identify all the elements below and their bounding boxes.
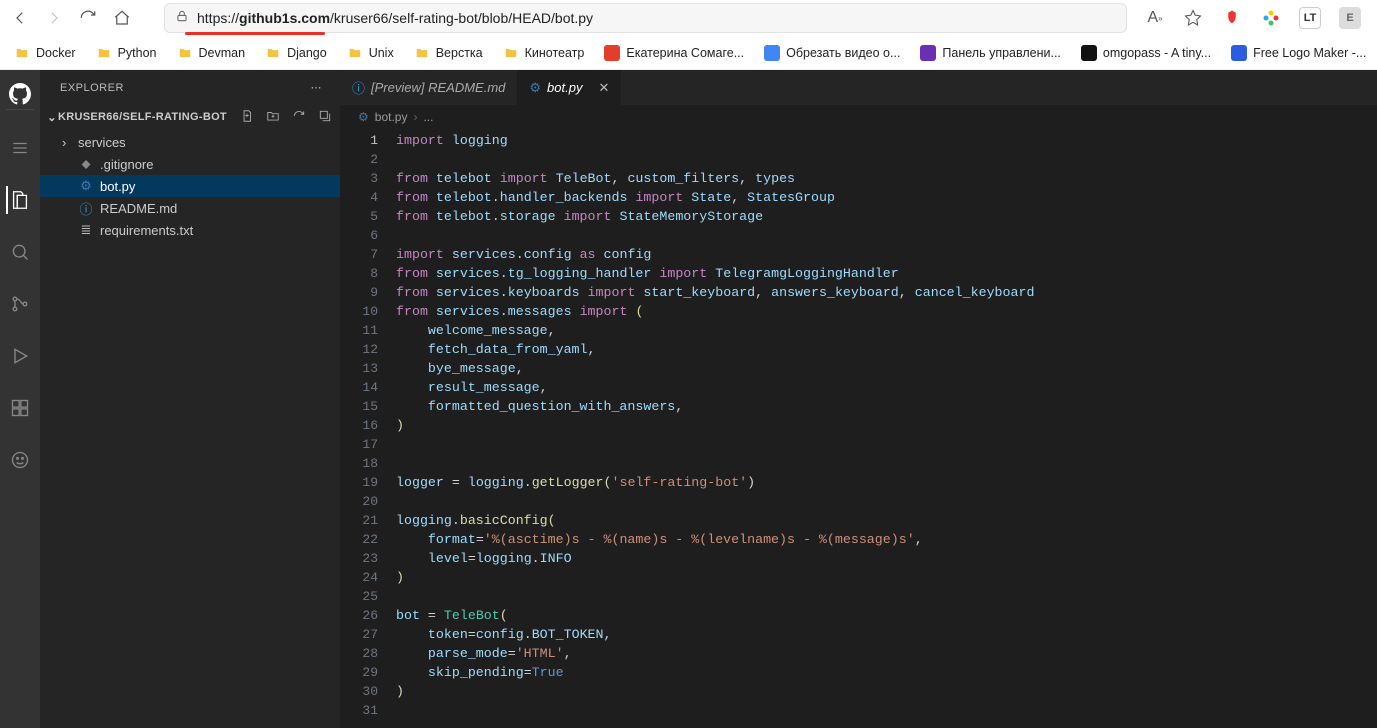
- file-item[interactable]: ⓘREADME.md: [40, 197, 340, 219]
- info-icon: ⓘ: [352, 78, 365, 97]
- folder-item[interactable]: ›services: [40, 131, 340, 153]
- explorer-more-icon[interactable]: ⋯: [311, 81, 323, 94]
- python-file-icon: ⚙: [358, 110, 369, 124]
- explorer-title: EXPLORER: [60, 82, 124, 94]
- bookmark-item[interactable]: omgopass - A tiny...: [1077, 43, 1215, 63]
- editor-tab[interactable]: ⚙bot.py✕: [517, 70, 621, 105]
- reload-button[interactable]: [76, 6, 100, 30]
- breadcrumbs[interactable]: ⚙ bot.py › ...: [340, 105, 1377, 129]
- explorer-icon[interactable]: [6, 186, 34, 214]
- bookmark-item[interactable]: Free Logo Maker -...: [1227, 43, 1370, 63]
- explorer-sidebar: EXPLORER ⋯ ⌄ KRUSER66/SELF-RATING-BOT ›s…: [40, 70, 340, 728]
- favorite-icon[interactable]: [1183, 8, 1203, 28]
- forward-button[interactable]: [42, 6, 66, 30]
- repo-name: KRUSER66/SELF-RATING-BOT: [58, 111, 227, 123]
- ext-icon-1[interactable]: [1221, 7, 1243, 29]
- bookmark-item[interactable]: Панель управлени...: [916, 43, 1064, 63]
- breadcrumb-file: bot.py: [375, 110, 408, 124]
- file-item[interactable]: ≣requirements.txt: [40, 219, 340, 241]
- browser-chrome: https://github1s.com/kruser66/self-ratin…: [0, 0, 1377, 70]
- editor-tab[interactable]: ⓘ[Preview] README.md: [340, 70, 517, 105]
- source-control-icon[interactable]: [6, 290, 34, 318]
- bookmarks-bar: Docker Python Devman Django Unix Верстка Кинот…: [0, 36, 1377, 70]
- search-icon[interactable]: [6, 238, 34, 266]
- bookmark-item[interactable]: Верстка: [410, 44, 487, 62]
- github-logo-icon[interactable]: [6, 82, 34, 110]
- chevron-down-icon: ⌄: [46, 111, 58, 124]
- file-icon: ≣: [78, 222, 94, 238]
- extensions-icon[interactable]: [6, 394, 34, 422]
- ext-icon-3[interactable]: LT: [1299, 7, 1321, 29]
- home-button[interactable]: [110, 6, 134, 30]
- new-file-icon[interactable]: [240, 109, 254, 126]
- editor-area: ⓘ[Preview] README.md⚙bot.py✕ ⚙ bot.py › …: [340, 70, 1377, 728]
- code-area: 1234567891011121314151617181920212223242…: [340, 129, 1377, 728]
- vscode-surface: EXPLORER ⋯ ⌄ KRUSER66/SELF-RATING-BOT ›s…: [0, 70, 1377, 728]
- url-text: https://github1s.com/kruser66/self-ratin…: [197, 10, 593, 26]
- github-prs-icon[interactable]: [6, 446, 34, 474]
- new-folder-icon[interactable]: [266, 109, 280, 126]
- file-icon: ⓘ: [78, 199, 94, 218]
- profile-badge[interactable]: E: [1339, 7, 1361, 29]
- repo-header[interactable]: ⌄ KRUSER66/SELF-RATING-BOT: [40, 105, 340, 129]
- menu-icon[interactable]: [6, 134, 34, 162]
- file-icon: ⬥: [78, 156, 94, 172]
- file-item[interactable]: ⬥.gitignore: [40, 153, 340, 175]
- chevron-right-icon: ›: [62, 135, 72, 150]
- collapse-all-icon[interactable]: [318, 109, 332, 126]
- url-highlight-mark: [185, 32, 325, 35]
- bookmark-item[interactable]: Django: [261, 44, 331, 62]
- code-text[interactable]: import loggingfrom telebot import TeleBo…: [396, 129, 1341, 728]
- close-icon[interactable]: ✕: [598, 80, 609, 96]
- file-item[interactable]: ⚙bot.py: [40, 175, 340, 197]
- python-file-icon: ⚙: [78, 178, 94, 194]
- bookmark-item[interactable]: Unix: [343, 44, 398, 62]
- toolbar-right: A» LT E: [1137, 7, 1369, 29]
- bookmark-item[interactable]: Обрезать видео о...: [760, 43, 904, 63]
- bookmark-item[interactable]: Екатерина Сомаге...: [600, 43, 748, 63]
- repo-actions: [240, 109, 332, 126]
- ext-icon-2[interactable]: [1261, 8, 1281, 28]
- refresh-icon[interactable]: [292, 109, 306, 126]
- bookmark-item[interactable]: Кинотеатр: [499, 44, 589, 62]
- address-bar[interactable]: https://github1s.com/kruser66/self-ratin…: [164, 3, 1127, 33]
- bookmark-item[interactable]: Docker: [10, 44, 80, 62]
- lock-icon: [175, 9, 189, 28]
- python-file-icon: ⚙: [529, 80, 541, 96]
- line-gutter: 1234567891011121314151617181920212223242…: [340, 129, 396, 728]
- bookmark-item[interactable]: Python: [92, 44, 161, 62]
- minimap[interactable]: [1341, 129, 1377, 728]
- bookmark-item[interactable]: Devman: [173, 44, 250, 62]
- read-aloud-icon[interactable]: A»: [1145, 8, 1165, 28]
- back-button[interactable]: [8, 6, 32, 30]
- activity-bar: [0, 70, 40, 728]
- chevron-right-icon: ›: [413, 110, 417, 124]
- breadcrumb-more: ...: [423, 110, 433, 124]
- file-tree: ›services⬥.gitignore⚙bot.pyⓘREADME.md≣re…: [40, 129, 340, 243]
- run-debug-icon[interactable]: [6, 342, 34, 370]
- tab-bar: ⓘ[Preview] README.md⚙bot.py✕: [340, 70, 1377, 105]
